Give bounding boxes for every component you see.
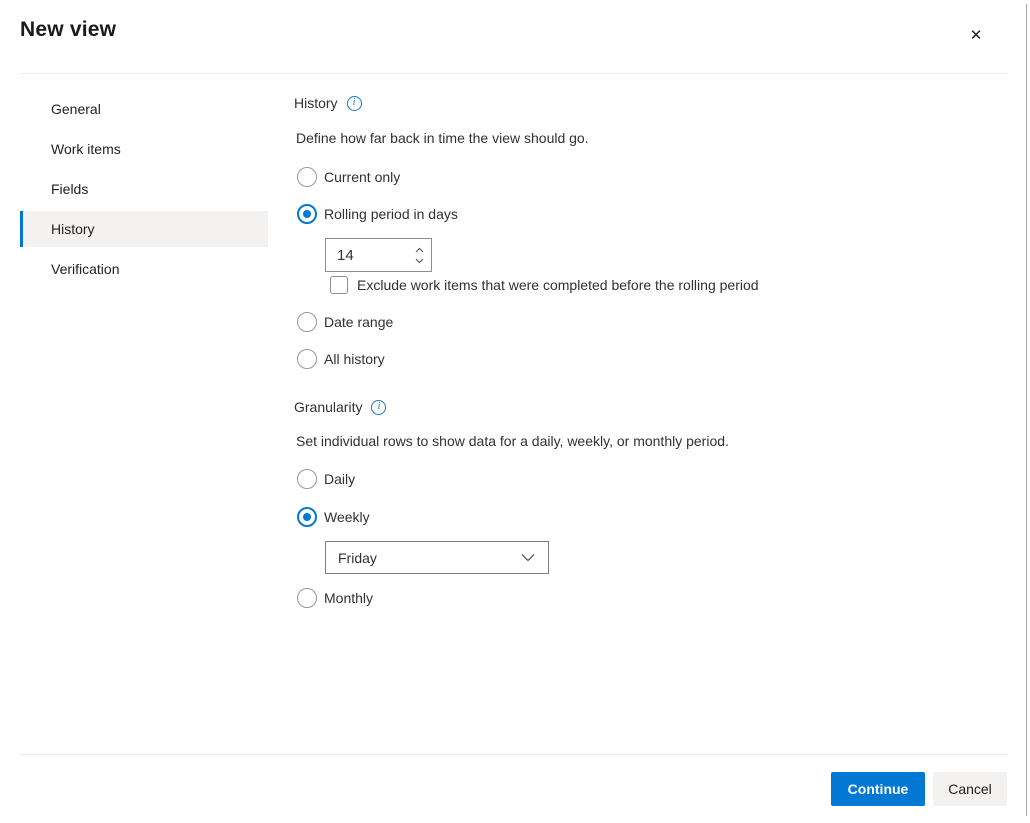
radio-all-history[interactable]: [297, 349, 317, 369]
continue-button[interactable]: Continue: [831, 772, 925, 806]
sidebar-item-label: Verification: [51, 261, 119, 277]
cancel-button[interactable]: Cancel: [933, 772, 1007, 806]
radio-row-monthly[interactable]: Monthly: [297, 588, 373, 608]
radio-monthly[interactable]: [297, 588, 317, 608]
granularity-heading-label: Granularity: [294, 399, 362, 415]
radio-date-range[interactable]: [297, 312, 317, 332]
radio-row-rolling-period[interactable]: Rolling period in days: [297, 204, 458, 224]
week-day-dropdown[interactable]: Friday: [325, 541, 549, 574]
footer-divider: [20, 754, 1008, 755]
exclude-completed-checkbox-row[interactable]: Exclude work items that were completed b…: [330, 276, 759, 294]
sidebar-item-fields[interactable]: Fields: [20, 171, 268, 207]
exclude-completed-label: Exclude work items that were completed b…: [357, 277, 759, 293]
week-day-value: Friday: [338, 550, 377, 566]
radio-row-date-range[interactable]: Date range: [297, 312, 393, 332]
rolling-period-days-value[interactable]: 14: [326, 239, 407, 271]
radio-row-current-only[interactable]: Current only: [297, 167, 400, 187]
sidebar-item-history[interactable]: History: [20, 211, 268, 247]
sidebar-item-general[interactable]: General: [20, 91, 268, 127]
footer-buttons: Continue Cancel: [831, 772, 1007, 806]
radio-label: Date range: [324, 312, 393, 332]
sidebar-item-label: History: [51, 221, 95, 237]
info-icon[interactable]: i: [347, 96, 362, 111]
history-heading-label: History: [294, 95, 338, 111]
radio-label: Weekly: [324, 507, 370, 527]
granularity-description: Set individual rows to show data for a d…: [296, 431, 729, 451]
dialog-right-edge: [1026, 4, 1027, 816]
radio-label: Monthly: [324, 588, 373, 608]
history-section-heading: History i: [294, 93, 362, 113]
radio-weekly[interactable]: [297, 507, 317, 527]
radio-label: Rolling period in days: [324, 204, 458, 224]
spin-up-icon[interactable]: [415, 246, 424, 254]
chevron-down-icon: [521, 553, 535, 562]
history-description: Define how far back in time the view sho…: [296, 128, 589, 148]
new-view-dialog: New view ✕ General Work items Fields His…: [0, 0, 1030, 823]
spin-down-icon[interactable]: [415, 257, 424, 265]
radio-daily[interactable]: [297, 469, 317, 489]
info-icon[interactable]: i: [371, 400, 386, 415]
spin-buttons: [407, 239, 431, 271]
radio-row-all-history[interactable]: All history: [297, 349, 385, 369]
dialog-title: New view: [20, 18, 116, 42]
radio-current-only[interactable]: [297, 167, 317, 187]
radio-label: All history: [324, 349, 385, 369]
sidebar-item-verification[interactable]: Verification: [20, 251, 268, 287]
radio-label: Daily: [324, 469, 355, 489]
granularity-section-heading: Granularity i: [294, 397, 386, 417]
exclude-completed-checkbox[interactable]: [330, 276, 348, 294]
sidebar-item-label: Work items: [51, 141, 121, 157]
rolling-period-days-input[interactable]: 14: [325, 238, 432, 272]
radio-label: Current only: [324, 167, 400, 187]
radio-row-daily[interactable]: Daily: [297, 469, 355, 489]
history-panel: History i Define how far back in time th…: [294, 0, 1010, 760]
sidebar-item-label: Fields: [51, 181, 88, 197]
radio-rolling-period[interactable]: [297, 204, 317, 224]
sidebar-item-label: General: [51, 101, 101, 117]
sidebar-item-work-items[interactable]: Work items: [20, 131, 268, 167]
sidebar-nav: General Work items Fields History Verifi…: [20, 91, 268, 291]
radio-row-weekly[interactable]: Weekly: [297, 507, 370, 527]
